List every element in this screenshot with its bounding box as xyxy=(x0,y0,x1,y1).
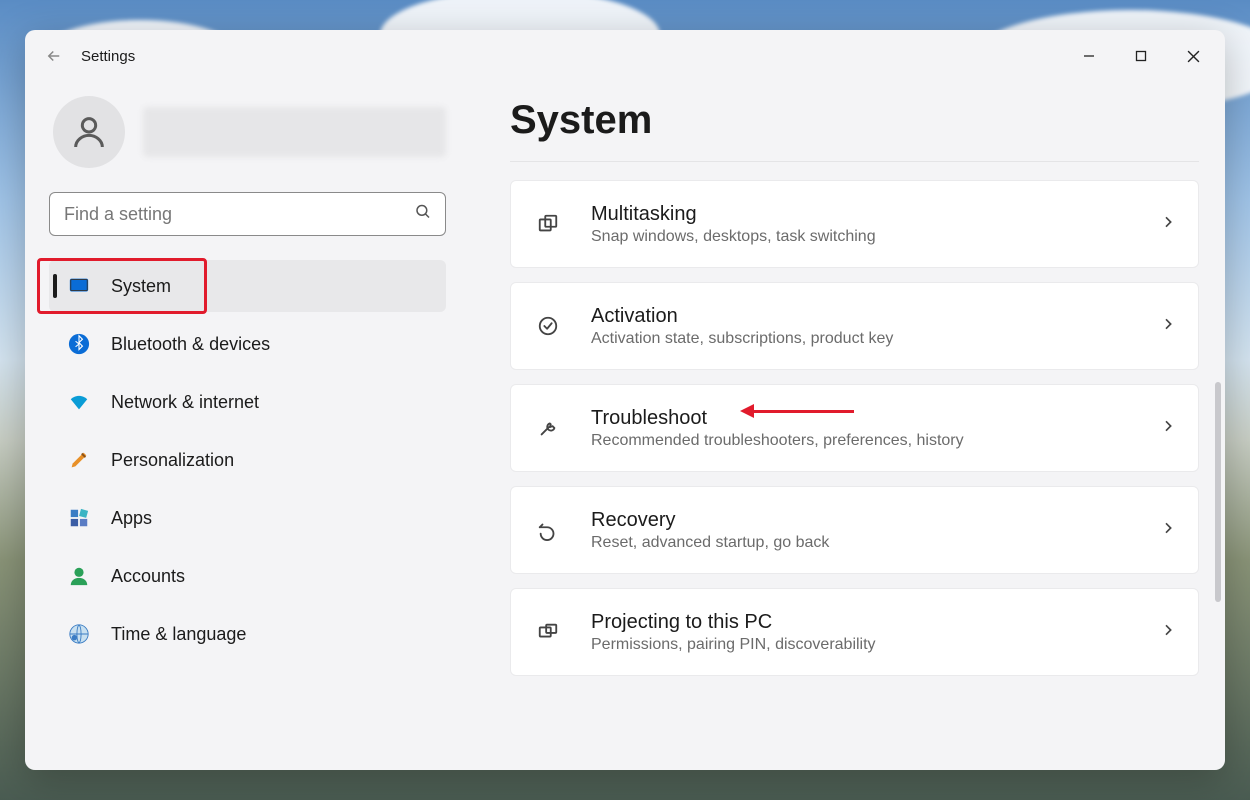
card-activation[interactable]: Activation Activation state, subscriptio… xyxy=(510,282,1199,370)
card-subtitle: Recommended troubleshooters, preferences… xyxy=(591,432,1160,450)
chevron-right-icon xyxy=(1160,214,1176,235)
card-text: Projecting to this PC Permissions, pairi… xyxy=(591,611,1160,654)
divider xyxy=(510,161,1199,162)
card-subtitle: Permissions, pairing PIN, discoverabilit… xyxy=(591,636,1160,654)
card-multitasking[interactable]: Multitasking Snap windows, desktops, tas… xyxy=(510,180,1199,268)
chevron-right-icon xyxy=(1160,418,1176,439)
close-button[interactable] xyxy=(1167,37,1219,75)
user-name-redacted xyxy=(143,107,446,157)
nav-list: System Bluetooth & devices Network & int… xyxy=(49,260,446,666)
avatar xyxy=(53,96,125,168)
user-profile[interactable] xyxy=(53,96,446,168)
card-subtitle: Snap windows, desktops, task switching xyxy=(591,228,1160,246)
monitor-icon xyxy=(67,274,91,298)
search-container xyxy=(49,192,446,236)
search-icon xyxy=(414,203,432,226)
search-input[interactable] xyxy=(49,192,446,236)
person-icon xyxy=(69,112,109,152)
sidebar-item-apps[interactable]: Apps xyxy=(49,492,446,544)
card-title: Projecting to this PC xyxy=(591,611,1160,634)
sidebar-item-label: System xyxy=(111,276,171,297)
globe-icon xyxy=(67,622,91,646)
chevron-right-icon xyxy=(1160,316,1176,337)
scrollbar[interactable] xyxy=(1215,382,1221,602)
recovery-icon xyxy=(533,515,563,545)
minimize-button[interactable] xyxy=(1063,37,1115,75)
person-icon xyxy=(67,564,91,588)
brush-icon xyxy=(67,448,91,472)
card-title: Troubleshoot xyxy=(591,407,1160,430)
card-recovery[interactable]: Recovery Reset, advanced startup, go bac… xyxy=(510,486,1199,574)
close-icon xyxy=(1187,50,1200,63)
card-title: Activation xyxy=(591,305,1160,328)
sidebar-item-label: Personalization xyxy=(111,450,234,471)
card-list: Multitasking Snap windows, desktops, tas… xyxy=(510,180,1199,676)
sidebar-item-personalization[interactable]: Personalization xyxy=(49,434,446,486)
check-circle-icon xyxy=(533,311,563,341)
sidebar: System Bluetooth & devices Network & int… xyxy=(25,82,470,770)
card-text: Activation Activation state, subscriptio… xyxy=(591,305,1160,348)
sidebar-item-network-internet[interactable]: Network & internet xyxy=(49,376,446,428)
card-title: Recovery xyxy=(591,509,1160,532)
settings-window: Settings xyxy=(25,30,1225,770)
main-panel: System Multitasking Snap windows, deskto… xyxy=(470,82,1225,770)
sidebar-item-time-language[interactable]: Time & language xyxy=(49,608,446,660)
card-subtitle: Reset, advanced startup, go back xyxy=(591,534,1160,552)
sidebar-item-label: Accounts xyxy=(111,566,185,587)
card-text: Multitasking Snap windows, desktops, tas… xyxy=(591,203,1160,246)
sidebar-item-accounts[interactable]: Accounts xyxy=(49,550,446,602)
card-text: Recovery Reset, advanced startup, go bac… xyxy=(591,509,1160,552)
wifi-icon xyxy=(67,390,91,414)
multitask-icon xyxy=(533,209,563,239)
bluetooth-icon xyxy=(67,332,91,356)
window-title: Settings xyxy=(81,48,135,65)
sidebar-item-label: Network & internet xyxy=(111,392,259,413)
chevron-right-icon xyxy=(1160,520,1176,541)
wrench-icon xyxy=(533,413,563,443)
chevron-right-icon xyxy=(1160,622,1176,643)
sidebar-item-label: Bluetooth & devices xyxy=(111,334,270,355)
titlebar: Settings xyxy=(25,30,1225,82)
sidebar-item-label: Time & language xyxy=(111,624,246,645)
sidebar-item-label: Apps xyxy=(111,508,152,529)
maximize-button[interactable] xyxy=(1115,37,1167,75)
sidebar-item-system[interactable]: System xyxy=(49,260,446,312)
minimize-icon xyxy=(1083,50,1095,62)
back-button[interactable] xyxy=(37,39,71,73)
card-text: Troubleshoot Recommended troubleshooters… xyxy=(591,407,1160,450)
card-projecting-to-this-pc[interactable]: Projecting to this PC Permissions, pairi… xyxy=(510,588,1199,676)
card-subtitle: Activation state, subscriptions, product… xyxy=(591,330,1160,348)
apps-icon xyxy=(67,506,91,530)
maximize-icon xyxy=(1135,50,1147,62)
project-icon xyxy=(533,617,563,647)
card-troubleshoot[interactable]: Troubleshoot Recommended troubleshooters… xyxy=(510,384,1199,472)
window-controls xyxy=(1063,37,1219,75)
card-title: Multitasking xyxy=(591,203,1160,226)
back-arrow-icon xyxy=(45,47,63,65)
sidebar-item-bluetooth-devices[interactable]: Bluetooth & devices xyxy=(49,318,446,370)
page-title: System xyxy=(510,98,1199,143)
